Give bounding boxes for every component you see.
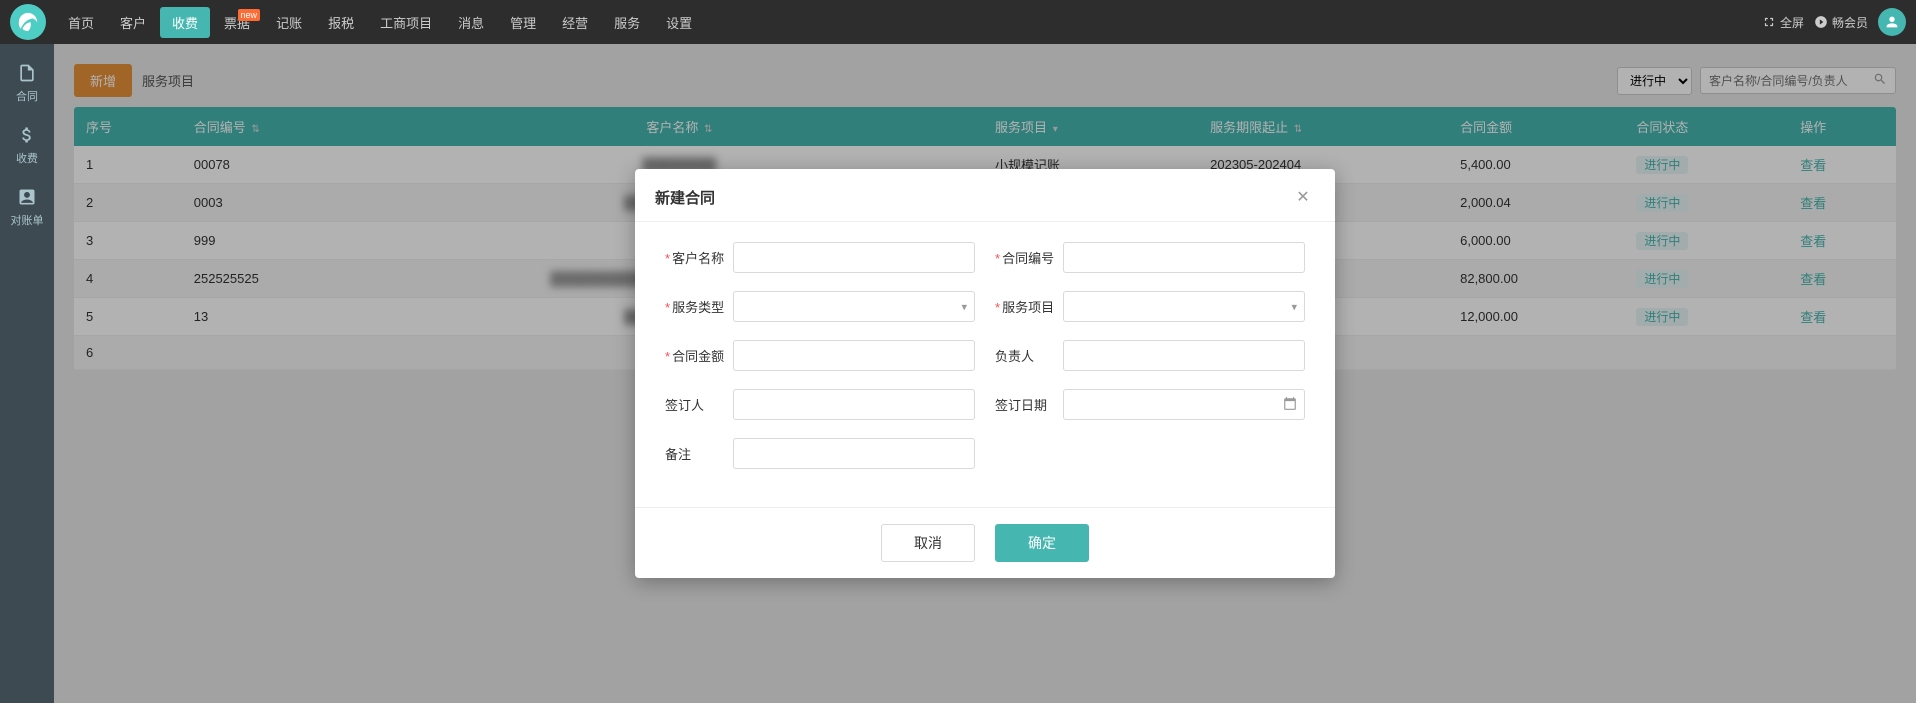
form-group-responsible: 负责人 (995, 340, 1305, 371)
service-item-select[interactable] (1063, 291, 1305, 322)
sidebar: 合同 收费 对账单 (0, 44, 54, 703)
required-star: * (665, 251, 670, 266)
contract-amount-label: *合同金额 (665, 346, 725, 365)
sidebar-item-billing[interactable]: 收费 (2, 116, 52, 174)
sign-date-input[interactable]: 2023-06-06 (1063, 389, 1305, 420)
avatar[interactable] (1878, 8, 1906, 36)
form-row-5: 备注 (665, 438, 1305, 469)
sign-date-label: 签订日期 (995, 395, 1055, 414)
modal-body: *客户名称 *合同编号 (635, 222, 1335, 507)
reconcile-icon (16, 186, 38, 208)
sidebar-item-contract[interactable]: 合同 (2, 54, 52, 112)
nav-manage[interactable]: 管理 (498, 7, 548, 38)
cancel-button[interactable]: 取消 (881, 524, 975, 562)
form-row-3: *合同金额 0.00 负责人 (665, 340, 1305, 371)
form-group-sign-date: 签订日期 2023-06-06 (995, 389, 1305, 420)
form-row-1: *客户名称 *合同编号 (665, 242, 1305, 273)
sidebar-label-contract: 合同 (16, 88, 38, 104)
form-group-contract-no: *合同编号 (995, 242, 1305, 273)
nav-client[interactable]: 客户 (108, 7, 158, 38)
service-item-wrapper: ▾ (1063, 291, 1305, 322)
form-row-4: 签订人 签订日期 2023-06-06 (665, 389, 1305, 420)
app-logo[interactable] (10, 4, 46, 40)
sign-date-wrapper: 2023-06-06 (1063, 389, 1305, 420)
signer-input[interactable] (733, 389, 975, 420)
form-group-client-name: *客户名称 (665, 242, 975, 273)
form-group-service-type: *服务类型 ▾ (665, 291, 975, 322)
form-group-contract-amount: *合同金额 0.00 (665, 340, 975, 371)
sidebar-label-billing: 收费 (16, 150, 38, 166)
nav-home[interactable]: 首页 (56, 7, 106, 38)
nav-invoice[interactable]: 收费 (160, 7, 210, 38)
remark-label: 备注 (665, 444, 725, 463)
form-group-signer: 签订人 (665, 389, 975, 420)
client-name-label: *客户名称 (665, 248, 725, 267)
sidebar-item-reconcile[interactable]: 对账单 (2, 178, 52, 236)
contract-icon (16, 62, 38, 84)
required-star-5: * (665, 349, 670, 364)
service-type-label: *服务类型 (665, 297, 725, 316)
nav-service[interactable]: 服务 (602, 7, 652, 38)
member-button[interactable]: 畅会员 (1814, 14, 1868, 31)
required-star-4: * (995, 300, 1000, 315)
form-row-2: *服务类型 ▾ *服务项目 (665, 291, 1305, 322)
client-name-input[interactable] (733, 242, 975, 273)
contract-amount-input[interactable]: 0.00 (733, 340, 975, 371)
contract-no-label: *合同编号 (995, 248, 1055, 267)
service-type-wrapper: ▾ (733, 291, 975, 322)
modal-header: 新建合同 ✕ (635, 169, 1335, 222)
required-star-2: * (995, 251, 1000, 266)
modal-close-button[interactable]: ✕ (1291, 185, 1315, 209)
nav-bookkeeping[interactable]: 记账 (264, 7, 314, 38)
form-group-remark: 备注 (665, 438, 975, 469)
modal-overlay: 新建合同 ✕ *客户名称 *合同编号 (54, 44, 1916, 703)
content-area: 新增 服务项目 进行中 已完成 已终止 序号 (54, 44, 1916, 703)
service-type-select[interactable] (733, 291, 975, 322)
new-badge: new (238, 9, 261, 21)
top-navigation: 首页 客户 收费 票据 new 记账 报税 工商项目 消息 管理 经营 服务 设… (0, 0, 1916, 44)
billing-icon (16, 124, 38, 146)
nav-ticket[interactable]: 票据 new (212, 7, 262, 38)
responsible-input[interactable] (1063, 340, 1305, 371)
sidebar-label-reconcile: 对账单 (11, 212, 44, 228)
fullscreen-button[interactable]: 全屏 (1762, 14, 1804, 31)
nav-right: 全屏 畅会员 (1762, 8, 1906, 36)
form-group-service-item: *服务项目 ▾ (995, 291, 1305, 322)
modal-new-contract: 新建合同 ✕ *客户名称 *合同编号 (635, 169, 1335, 578)
nav-business[interactable]: 工商项目 (368, 7, 444, 38)
main-layout: 合同 收费 对账单 新增 服务项目 进行中 已完成 已终止 (0, 44, 1916, 703)
responsible-label: 负责人 (995, 346, 1055, 365)
nav-operation[interactable]: 经营 (550, 7, 600, 38)
nav-settings[interactable]: 设置 (654, 7, 704, 38)
modal-title: 新建合同 (655, 187, 715, 208)
service-item-label: *服务项目 (995, 297, 1055, 316)
nav-message[interactable]: 消息 (446, 7, 496, 38)
contract-no-input[interactable] (1063, 242, 1305, 273)
nav-tax[interactable]: 报税 (316, 7, 366, 38)
signer-label: 签订人 (665, 395, 725, 414)
modal-footer: 取消 确定 (635, 507, 1335, 578)
remark-input[interactable] (733, 438, 975, 469)
required-star-3: * (665, 300, 670, 315)
confirm-button[interactable]: 确定 (995, 524, 1089, 562)
nav-items: 首页 客户 收费 票据 new 记账 报税 工商项目 消息 管理 经营 服务 设… (56, 7, 1762, 38)
